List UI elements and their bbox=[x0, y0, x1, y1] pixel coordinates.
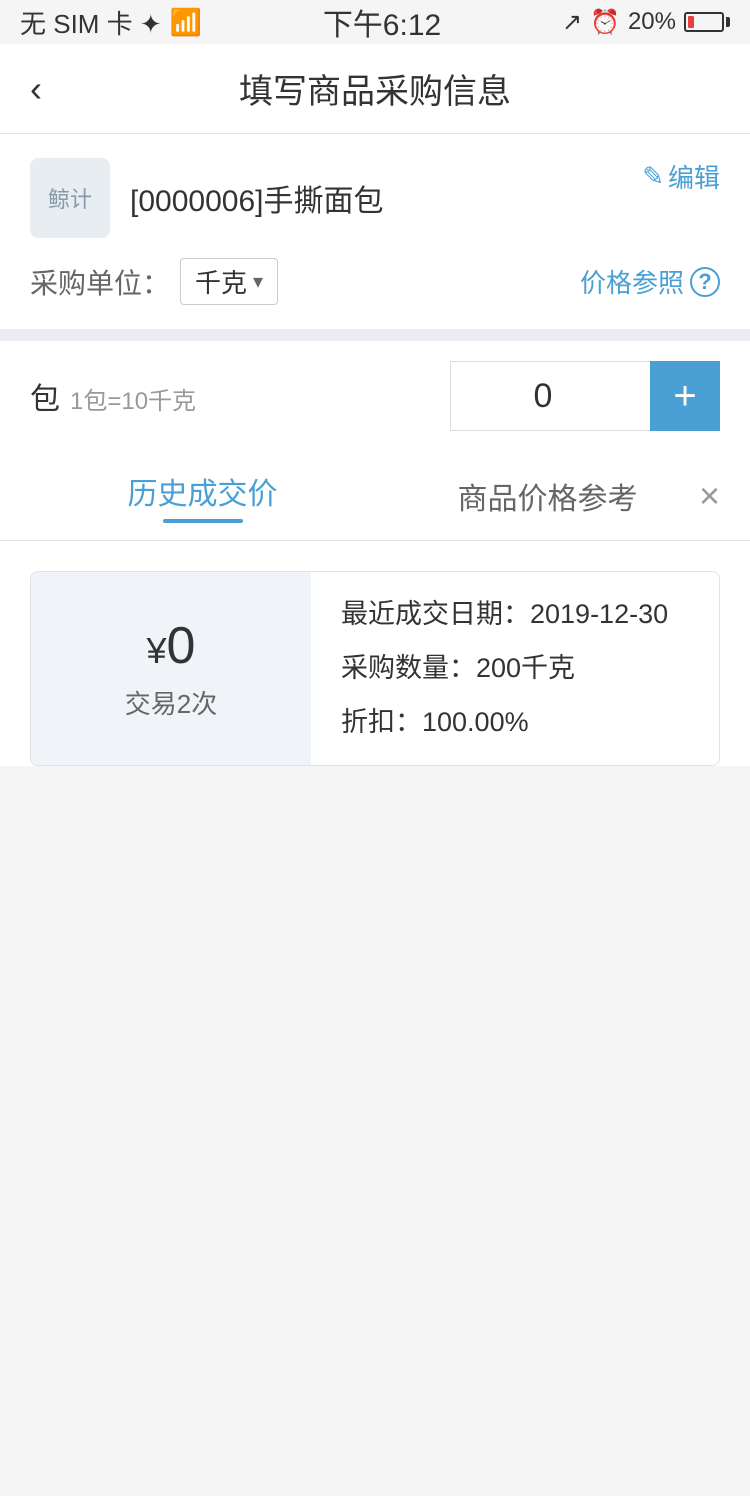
bottom-panel: 历史成交价 商品价格参考 × ¥0 交易2次 最近成交日期：2019-12-30… bbox=[0, 451, 750, 766]
price-card-right: 最近成交日期：2019-12-30 采购数量：200千克 折扣：100.00% bbox=[311, 572, 719, 765]
unit-select-dropdown[interactable]: 千克 ▾ bbox=[180, 258, 278, 305]
tab-product-price-ref[interactable]: 商品价格参考 bbox=[375, 451, 720, 541]
price-detail-discount: 折扣：100.00% bbox=[341, 704, 689, 742]
quantity-conversion: 1包=10千克 bbox=[70, 381, 196, 416]
main-content-bg bbox=[0, 796, 750, 1496]
back-button[interactable]: ‹ bbox=[30, 68, 42, 110]
price-amount: ¥0 bbox=[147, 616, 196, 676]
tab-history-price[interactable]: 历史成交价 bbox=[30, 451, 375, 541]
sim-status: 无 SIM 卡 ✦ bbox=[20, 4, 162, 41]
price-card: ¥0 交易2次 最近成交日期：2019-12-30 采购数量：200千克 折扣：… bbox=[30, 571, 720, 766]
tab-active-indicator bbox=[163, 519, 243, 523]
page-title: 填写商品采购信息 bbox=[239, 64, 511, 113]
status-bar: 无 SIM 卡 ✦ 📶 下午6:12 ↗ ⏰ 20% bbox=[0, 0, 750, 44]
unit-label: 采购单位： bbox=[30, 262, 170, 302]
edit-button[interactable]: ✎ 编辑 bbox=[642, 158, 720, 195]
price-value: 0 bbox=[167, 617, 196, 675]
tab-product-price-ref-label: 商品价格参考 bbox=[458, 474, 638, 518]
product-unit-row: 采购单位： 千克 ▾ 价格参照 ? bbox=[30, 258, 720, 305]
price-reference-button[interactable]: 价格参照 ? bbox=[580, 263, 720, 300]
chevron-down-icon: ▾ bbox=[253, 269, 263, 294]
edit-label: 编辑 bbox=[668, 158, 720, 195]
unit-value: 千克 bbox=[195, 263, 247, 300]
section-divider bbox=[0, 329, 750, 341]
currency-symbol: ¥ bbox=[147, 630, 167, 671]
quantity-plus-button[interactable]: + bbox=[650, 361, 720, 431]
status-left: 无 SIM 卡 ✦ 📶 bbox=[20, 4, 202, 41]
battery-icon bbox=[684, 12, 730, 32]
location-icon: ↗ bbox=[562, 8, 582, 37]
battery-pct: 20% bbox=[628, 8, 676, 36]
price-detail-date: 最近成交日期：2019-12-30 bbox=[341, 596, 689, 634]
status-right: ↗ ⏰ 20% bbox=[562, 8, 730, 37]
product-card: 鲸计 [0000006]手撕面包 ✎ 编辑 采购单位： 千克 ▾ 价格参照 ? bbox=[0, 134, 750, 329]
edit-icon: ✎ bbox=[642, 161, 664, 192]
product-name: [0000006]手撕面包 bbox=[130, 176, 383, 220]
close-panel-button[interactable]: × bbox=[699, 475, 720, 517]
quantity-input-group: + bbox=[450, 361, 720, 431]
wifi-icon: 📶 bbox=[170, 7, 202, 38]
quantity-row: 包 1包=10千克 + bbox=[0, 341, 750, 451]
price-ref-label: 价格参照 bbox=[580, 263, 684, 300]
product-icon-text: 鲸计 bbox=[48, 182, 92, 214]
quantity-label-group: 包 1包=10千克 bbox=[30, 374, 196, 418]
product-thumbnail: 鲸计 bbox=[30, 158, 110, 238]
help-icon: ? bbox=[690, 267, 720, 297]
product-left: 鲸计 [0000006]手撕面包 bbox=[30, 158, 383, 238]
tab-history-price-label: 历史成交价 bbox=[128, 469, 278, 513]
alarm-icon: ⏰ bbox=[590, 8, 620, 37]
tabs-bar: 历史成交价 商品价格参考 × bbox=[0, 451, 750, 541]
price-detail-qty: 采购数量：200千克 bbox=[341, 650, 689, 688]
price-card-left: ¥0 交易2次 bbox=[31, 572, 311, 765]
product-top: 鲸计 [0000006]手撕面包 ✎ 编辑 bbox=[30, 158, 720, 238]
quantity-input[interactable] bbox=[450, 361, 650, 431]
unit-selector: 采购单位： 千克 ▾ bbox=[30, 258, 278, 305]
quantity-unit: 包 bbox=[30, 374, 60, 418]
nav-bar: ‹ 填写商品采购信息 bbox=[0, 44, 750, 134]
transaction-count: 交易2次 bbox=[125, 684, 217, 721]
status-time: 下午6:12 bbox=[323, 0, 441, 44]
